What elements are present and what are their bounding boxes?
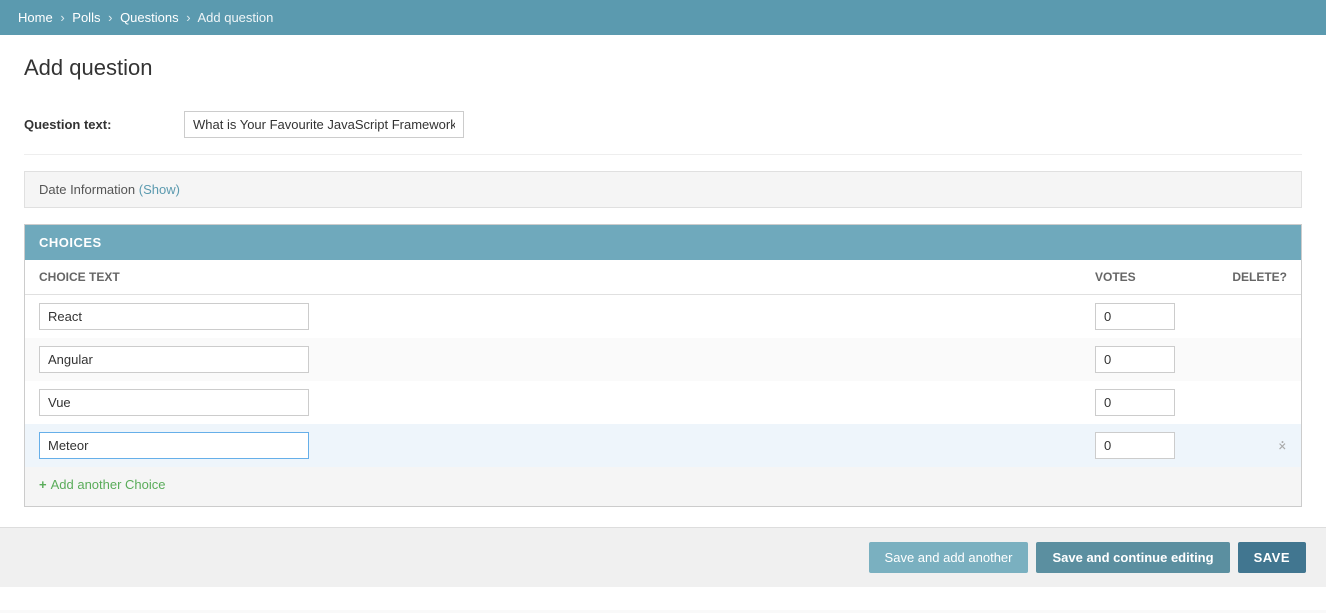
votes-input[interactable] bbox=[1095, 346, 1175, 373]
add-another-row: + Add another Choice bbox=[25, 467, 1301, 506]
form-footer: Save and add another Save and continue e… bbox=[0, 527, 1326, 587]
save-continue-editing-button[interactable]: Save and continue editing bbox=[1036, 542, 1229, 573]
choice-text-input[interactable] bbox=[39, 432, 309, 459]
breadcrumb-sep-3: › bbox=[186, 10, 190, 25]
choice-text-input[interactable] bbox=[39, 303, 309, 330]
question-form-row: Question text: bbox=[24, 101, 1302, 155]
votes-cell bbox=[1081, 424, 1201, 467]
breadcrumb-sep-1: › bbox=[60, 10, 64, 25]
date-information-toggle[interactable]: (Show) bbox=[139, 182, 180, 197]
votes-cell bbox=[1081, 381, 1201, 424]
delete-cell bbox=[1201, 295, 1301, 339]
date-information-section: Date Information (Show) bbox=[24, 171, 1302, 208]
add-another-label: Add another Choice bbox=[51, 477, 166, 492]
choice-text-cell bbox=[25, 424, 1081, 467]
breadcrumb-home[interactable]: Home bbox=[18, 10, 53, 25]
date-information-label: Date Information bbox=[39, 182, 135, 197]
choice-text-cell bbox=[25, 338, 1081, 381]
col-header-delete: DELETE? bbox=[1201, 260, 1301, 295]
table-row bbox=[25, 338, 1301, 381]
col-header-choice-text: CHOICE TEXT bbox=[25, 260, 1081, 295]
choices-table: CHOICE TEXT VOTES DELETE? ⨰ bbox=[25, 260, 1301, 467]
table-row bbox=[25, 295, 1301, 339]
breadcrumb-questions[interactable]: Questions bbox=[120, 10, 179, 25]
breadcrumb-current: Add question bbox=[197, 10, 273, 25]
choices-header: CHOICES bbox=[25, 225, 1301, 260]
main-content: Add question Question text: Date Informa… bbox=[0, 35, 1326, 610]
votes-input[interactable] bbox=[1095, 389, 1175, 416]
save-add-another-button[interactable]: Save and add another bbox=[869, 542, 1029, 573]
delete-cell: ⨰ bbox=[1201, 424, 1301, 467]
choices-section: CHOICES CHOICE TEXT VOTES DELETE? ⨰ + Add… bbox=[24, 224, 1302, 507]
votes-input[interactable] bbox=[1095, 432, 1175, 459]
votes-cell bbox=[1081, 295, 1201, 339]
add-another-choice-link[interactable]: + Add another Choice bbox=[39, 477, 166, 492]
choice-text-cell bbox=[25, 295, 1081, 339]
votes-cell bbox=[1081, 338, 1201, 381]
question-text-input[interactable] bbox=[184, 111, 464, 138]
table-row bbox=[25, 381, 1301, 424]
plus-icon: + bbox=[39, 477, 47, 492]
delete-icon[interactable]: ⨰ bbox=[1215, 437, 1287, 455]
votes-input[interactable] bbox=[1095, 303, 1175, 330]
col-header-votes: VOTES bbox=[1081, 260, 1201, 295]
table-row: ⨰ bbox=[25, 424, 1301, 467]
choice-text-input[interactable] bbox=[39, 346, 309, 373]
breadcrumb-bar: Home › Polls › Questions › Add question bbox=[0, 0, 1326, 35]
delete-cell bbox=[1201, 381, 1301, 424]
question-label: Question text: bbox=[24, 117, 184, 132]
save-button[interactable]: SAVE bbox=[1238, 542, 1306, 573]
delete-cell bbox=[1201, 338, 1301, 381]
choices-table-header-row: CHOICE TEXT VOTES DELETE? bbox=[25, 260, 1301, 295]
breadcrumb-sep-2: › bbox=[108, 10, 112, 25]
choice-text-input[interactable] bbox=[39, 389, 309, 416]
page-title: Add question bbox=[24, 55, 1302, 81]
breadcrumb-polls[interactable]: Polls bbox=[72, 10, 100, 25]
choice-text-cell bbox=[25, 381, 1081, 424]
